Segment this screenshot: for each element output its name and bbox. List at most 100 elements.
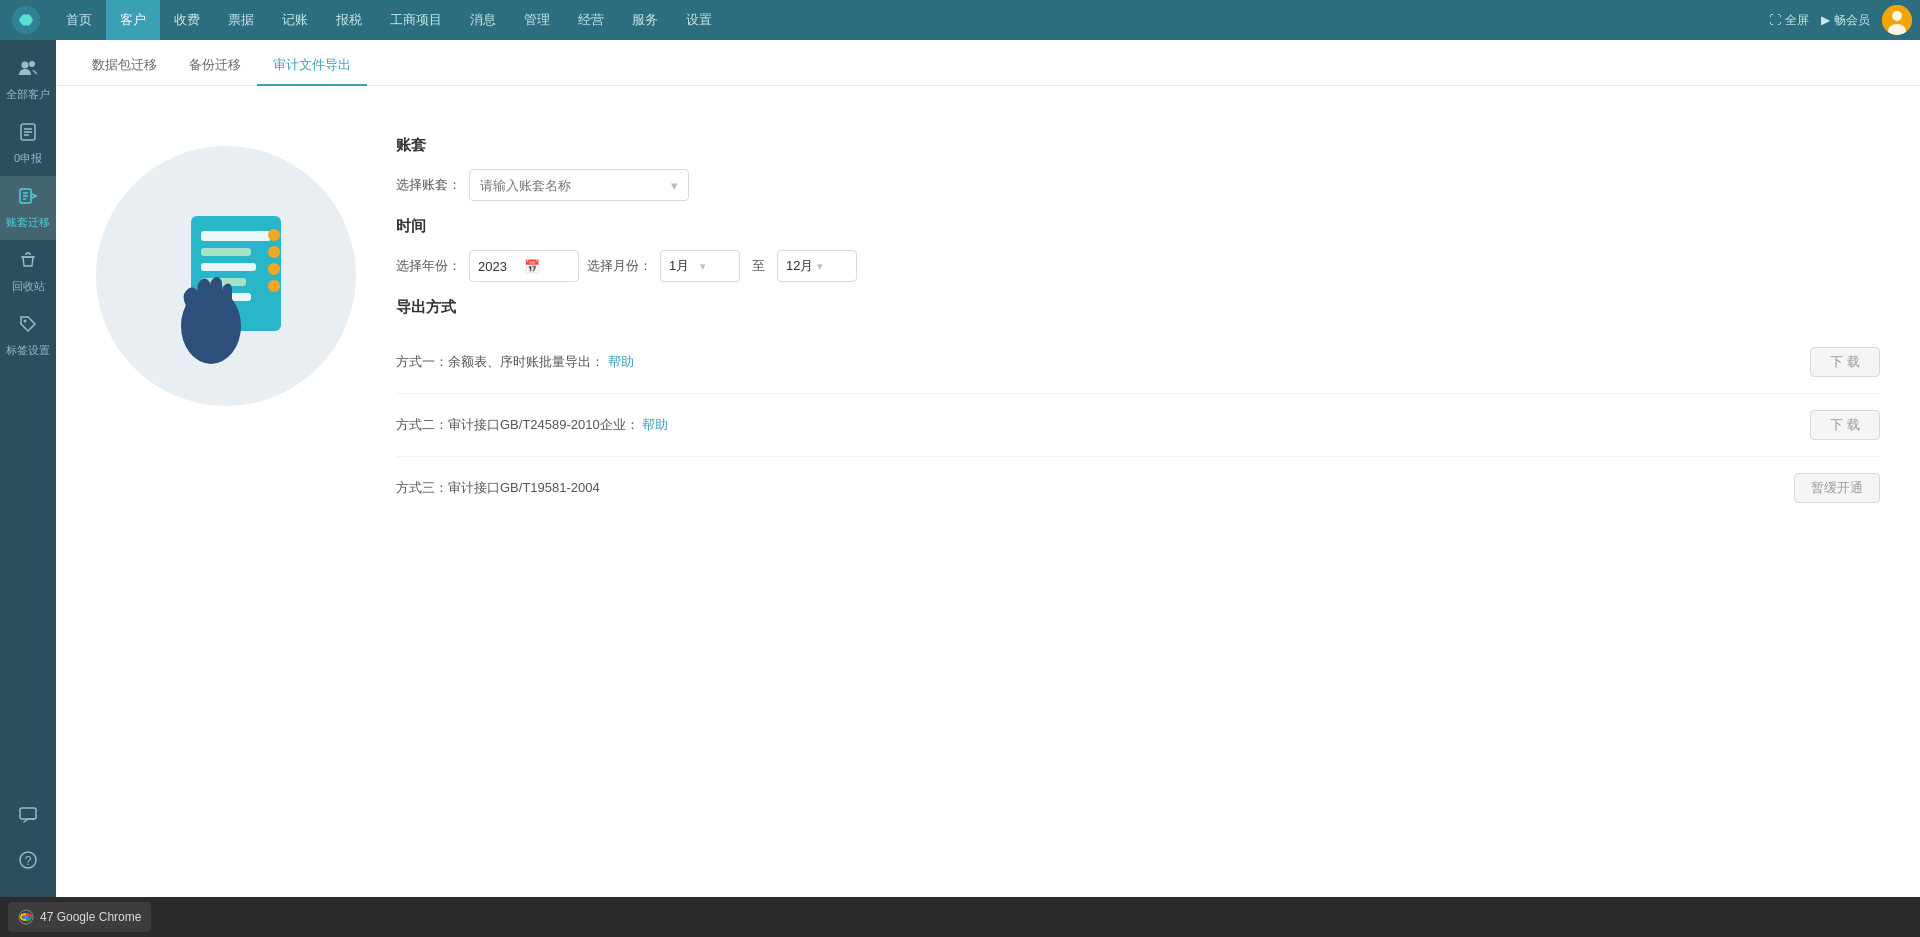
account-label: 选择账套： — [396, 176, 461, 194]
customers-icon — [18, 58, 38, 83]
sidebar-item-help[interactable]: ? — [14, 840, 42, 885]
export-section-title: 导出方式 — [396, 298, 1880, 317]
user-avatar[interactable] — [1882, 5, 1912, 35]
month-to-value: 12月 — [786, 257, 817, 275]
month-from-arrow: ▾ — [700, 260, 731, 273]
export-method-1-button[interactable]: 下 载 — [1810, 347, 1880, 377]
export-method-3: 方式三：审计接口GB/T19581-2004 暂缓开通 — [396, 457, 1880, 519]
tab-backup-migration[interactable]: 备份迁移 — [173, 46, 257, 86]
content-area: 数据包迁移 备份迁移 审计文件导出 — [56, 40, 1920, 897]
export-method-2-help-link[interactable]: 帮助 — [642, 417, 668, 432]
account-select-arrow: ▾ — [671, 178, 678, 193]
app-logo — [8, 2, 44, 38]
year-input[interactable]: 2023 📅 — [469, 250, 579, 282]
nav-settings[interactable]: 设置 — [672, 0, 726, 40]
member-button[interactable]: ▶ 畅会员 — [1821, 12, 1870, 29]
account-section-title: 账套 — [396, 136, 1880, 155]
taskbar-chrome-label: 47 Google Chrome — [40, 910, 141, 924]
sidebar-label-all-customers: 全部客户 — [6, 87, 50, 102]
sidebar-bottom: ? — [14, 795, 42, 897]
illustration-area — [96, 116, 356, 867]
year-label: 选择年份： — [396, 257, 461, 275]
svg-point-26 — [268, 246, 280, 258]
fullscreen-label: 全屏 — [1785, 12, 1809, 29]
svg-point-27 — [268, 263, 280, 275]
calendar-icon: 📅 — [524, 259, 570, 274]
month-from-value: 1月 — [669, 257, 700, 275]
month-from-select[interactable]: 1月 ▾ — [660, 250, 740, 282]
sidebar-item-tag-settings[interactable]: 标签设置 — [0, 304, 56, 368]
svg-rect-16 — [20, 808, 36, 819]
nav-home[interactable]: 首页 — [52, 0, 106, 40]
month-to-arrow: ▾ — [817, 260, 848, 273]
month-to-select[interactable]: 12月 ▾ — [777, 250, 857, 282]
export-method-1-help-link[interactable]: 帮助 — [608, 354, 634, 369]
export-methods: 方式一：余额表、序时账批量导出： 帮助 下 载 方式二：审计接口GB/T2458… — [396, 331, 1880, 519]
nav-manage[interactable]: 管理 — [510, 0, 564, 40]
svg-rect-22 — [201, 263, 256, 271]
nav-invoice[interactable]: 票据 — [214, 0, 268, 40]
export-method-1: 方式一：余额表、序时账批量导出： 帮助 下 载 — [396, 331, 1880, 394]
year-value: 2023 — [478, 259, 524, 274]
export-method-2: 方式二：审计接口GB/T24589-2010企业： 帮助 下 载 — [396, 394, 1880, 457]
export-method-1-desc: 方式一：余额表、序时账批量导出： 帮助 — [396, 353, 1798, 371]
form-area: 账套 选择账套： ▾ 时间 选择年份： 2023 📅 选择月份 — [396, 116, 1880, 867]
nav-bookkeeping[interactable]: 记账 — [268, 0, 322, 40]
main-content: 账套 选择账套： ▾ 时间 选择年份： 2023 📅 选择月份 — [56, 86, 1920, 897]
svg-point-2 — [1892, 11, 1902, 21]
member-label: 畅会员 — [1834, 12, 1870, 29]
nav-business[interactable]: 工商项目 — [376, 0, 456, 40]
export-method-3-desc: 方式三：审计接口GB/T19581-2004 — [396, 479, 1782, 497]
recycle-icon — [18, 250, 38, 275]
account-row: 选择账套： ▾ — [396, 169, 1880, 201]
tab-bar: 数据包迁移 备份迁移 审计文件导出 — [56, 40, 1920, 86]
to-label: 至 — [748, 257, 769, 275]
export-method-3-button[interactable]: 暂缓开通 — [1794, 473, 1880, 503]
top-navigation: 首页 客户 收费 票据 记账 报税 工商项目 消息 管理 经营 服务 设置 ⛶ … — [0, 0, 1920, 40]
fullscreen-button[interactable]: ⛶ 全屏 — [1769, 12, 1809, 29]
svg-point-5 — [29, 61, 35, 67]
nav-message[interactable]: 消息 — [456, 0, 510, 40]
sidebar-label-zero-declaration: 0申报 — [14, 151, 42, 166]
nav-fee[interactable]: 收费 — [160, 0, 214, 40]
left-sidebar: 全部客户 0申报 — [0, 40, 56, 897]
svg-point-15 — [24, 320, 27, 323]
sidebar-item-account-migration[interactable]: 账套迁移 — [0, 176, 56, 240]
svg-text:?: ? — [25, 854, 32, 868]
sidebar-label-recycle: 回收站 — [12, 279, 45, 294]
sidebar-item-zero-declaration[interactable]: 0申报 — [0, 112, 56, 176]
sidebar-label-account-migration: 账套迁移 — [6, 215, 50, 230]
fullscreen-icon: ⛶ — [1769, 13, 1781, 27]
nav-operation[interactable]: 经营 — [564, 0, 618, 40]
taskbar-chrome[interactable]: 47 Google Chrome — [8, 902, 151, 932]
nav-right-area: ⛶ 全屏 ▶ 畅会员 — [1769, 5, 1912, 35]
tab-audit-export[interactable]: 审计文件导出 — [257, 46, 367, 86]
illustration-circle — [96, 146, 356, 406]
month-label: 选择月份： — [587, 257, 652, 275]
sidebar-item-chat[interactable] — [14, 795, 42, 840]
sidebar-item-all-customers[interactable]: 全部客户 — [0, 48, 56, 112]
export-method-2-desc: 方式二：审计接口GB/T24589-2010企业： 帮助 — [396, 416, 1798, 434]
svg-rect-20 — [201, 231, 271, 241]
zero-declaration-icon — [18, 122, 38, 147]
main-layout: 全部客户 0申报 — [0, 40, 1920, 897]
account-select[interactable]: ▾ — [469, 169, 689, 201]
svg-rect-21 — [201, 248, 251, 256]
account-input[interactable] — [480, 178, 667, 193]
chat-icon — [18, 805, 38, 830]
time-row: 选择年份： 2023 📅 选择月份： 1月 ▾ 至 12月 ▾ — [396, 250, 1880, 282]
svg-point-25 — [268, 229, 280, 241]
nav-service[interactable]: 服务 — [618, 0, 672, 40]
chrome-icon — [18, 909, 34, 925]
tab-data-migration[interactable]: 数据包迁移 — [76, 46, 173, 86]
tag-settings-icon — [18, 314, 38, 339]
nav-tax[interactable]: 报税 — [322, 0, 376, 40]
sidebar-item-recycle[interactable]: 回收站 — [0, 240, 56, 304]
account-migration-icon — [18, 186, 38, 211]
time-section-title: 时间 — [396, 217, 1880, 236]
nav-customer[interactable]: 客户 — [106, 0, 160, 40]
export-method-2-button[interactable]: 下 载 — [1810, 410, 1880, 440]
svg-point-4 — [22, 62, 29, 69]
nav-items: 首页 客户 收费 票据 记账 报税 工商项目 消息 管理 经营 服务 设置 — [52, 0, 1769, 40]
help-icon: ? — [18, 850, 38, 875]
